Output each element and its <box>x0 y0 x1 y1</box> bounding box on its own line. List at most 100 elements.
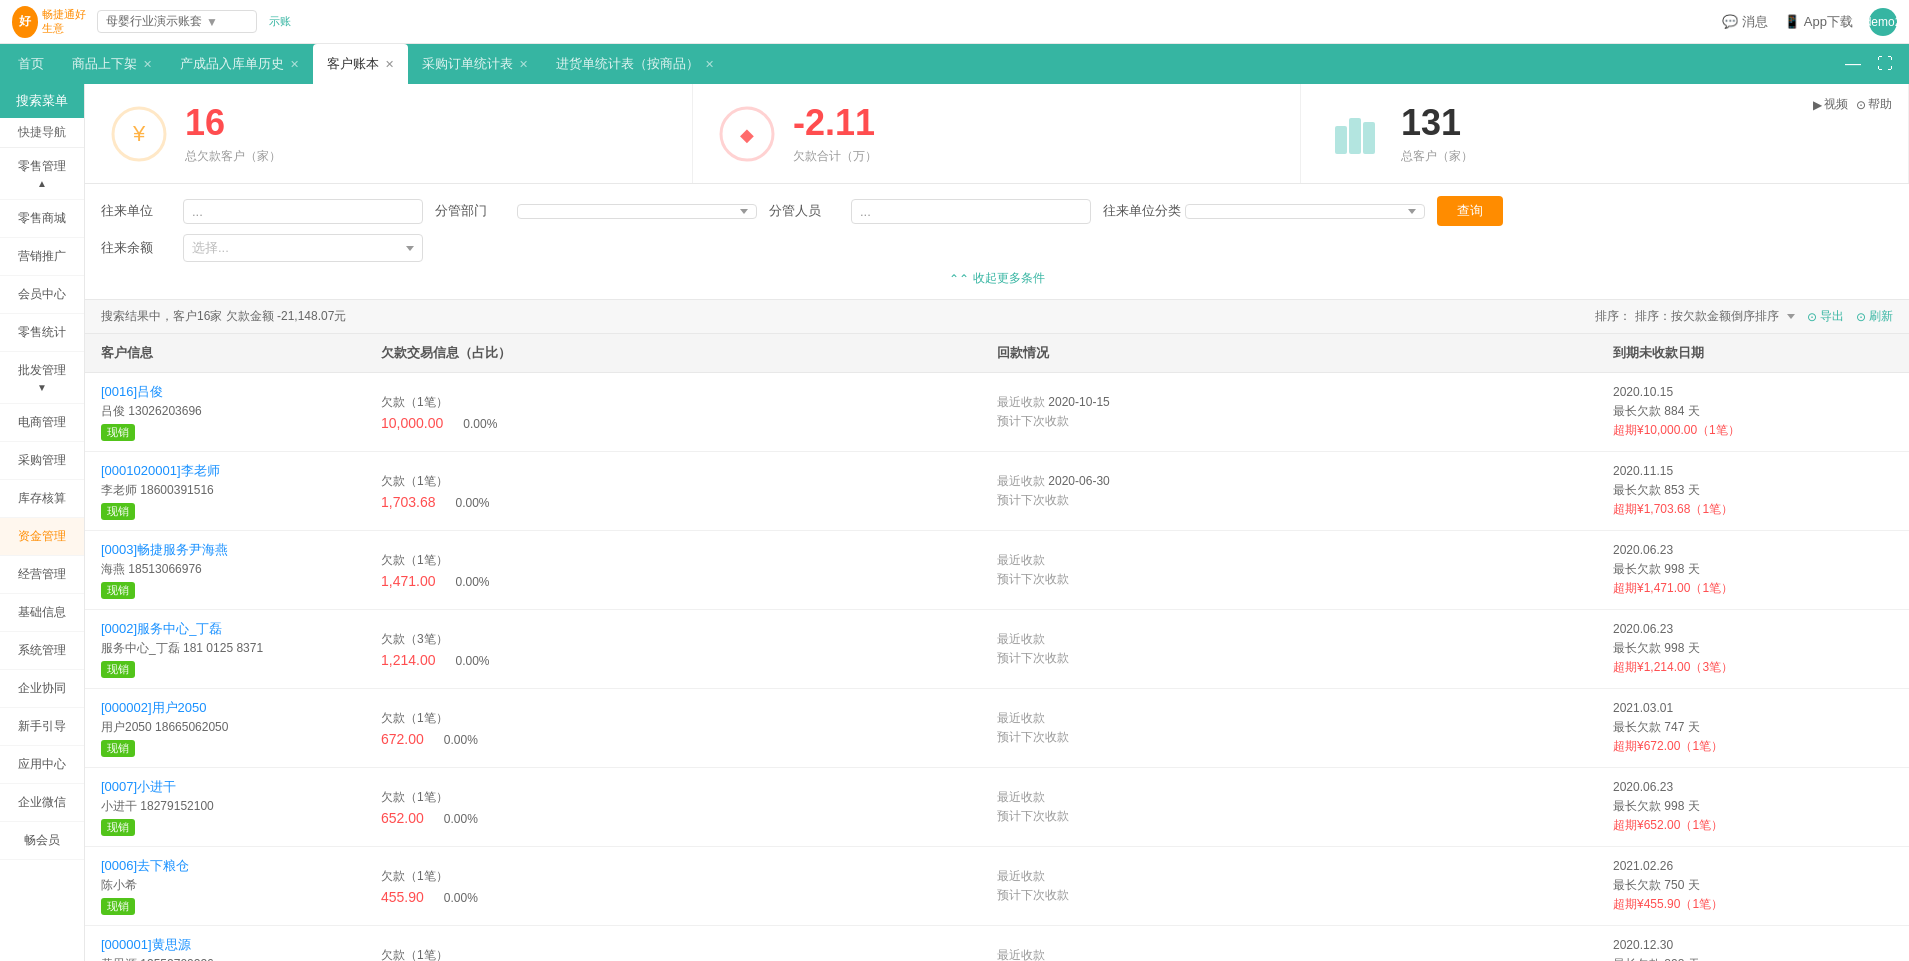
result-bar: 搜索结果中，客户16家 欠款金额 -21,148.07元 排序： 排序：按欠款金… <box>85 300 1909 334</box>
customer-cell-1: [0001020001]李老师 李老师 18600391516 现销 <box>101 462 381 520</box>
customer-name-1[interactable]: [0001020001]李老师 <box>101 462 381 480</box>
sidebar-item-system-label: 系统管理 <box>18 642 66 659</box>
sidebar-item-ecommerce[interactable]: 电商管理 <box>0 404 84 442</box>
customer-name-2[interactable]: [0003]畅捷服务尹海燕 <box>101 541 381 559</box>
collapse-btn[interactable]: ⌃⌃ 收起更多条件 <box>101 270 1893 287</box>
debt-count-4: 欠款（1笔） <box>381 710 997 727</box>
tab-purchase-stat-close[interactable]: ✕ <box>519 58 528 71</box>
customer-name-3[interactable]: [0002]服务中心_丁磊 <box>101 620 381 638</box>
table-row: [0006]去下粮仓 陈小希 现销 欠款（1笔） 455.90 0.00% 最近… <box>85 847 1909 926</box>
overdue-cell-2: 2020.06.23 最长欠款 998 天 超期¥1,471.00（1笔） <box>1613 543 1893 597</box>
balance-select[interactable]: 选择... <box>183 234 423 262</box>
customer-phone-7: 黄思源 13552700226 <box>101 956 381 961</box>
sidebar-item-retail-stats[interactable]: 零售统计 <box>0 314 84 352</box>
tab-product-off-close[interactable]: ✕ <box>143 58 152 71</box>
stat-debt-amount: ◆ -2.11 欠款合计（万） <box>693 84 1301 183</box>
stat-total-customers-label: 总客户（家） <box>1401 148 1473 165</box>
customer-cell-0: [0016]吕俊 吕俊 13026203696 现销 <box>101 383 381 441</box>
customer-name-5[interactable]: [0007]小进干 <box>101 778 381 796</box>
customer-name-7[interactable]: [000001]黄思源 <box>101 936 381 954</box>
payment-cell-0: 最近收款 2020-10-15 预计下次收款 <box>997 394 1613 430</box>
dept-select[interactable] <box>517 204 757 219</box>
video-label: 视频 <box>1824 96 1848 113</box>
from-unit-dots: ... <box>192 204 203 219</box>
tab-inventory-stat-close[interactable]: ✕ <box>705 58 714 71</box>
customer-tag-3: 现销 <box>101 661 135 678</box>
sidebar-item-purchase[interactable]: 采购管理 <box>0 442 84 480</box>
sidebar-item-system[interactable]: 系统管理 <box>0 632 84 670</box>
sidebar-item-member[interactable]: 会员中心 <box>0 276 84 314</box>
refresh-btn[interactable]: ⊙ 刷新 <box>1856 308 1893 325</box>
overdue-amount-5[interactable]: 超期¥652.00（1笔） <box>1613 818 1723 832</box>
payment-cell-7: 最近收款 预计下次收款 <box>997 947 1613 961</box>
customer-name-0[interactable]: [0016]吕俊 <box>101 383 381 401</box>
last-payment-label-0: 最近收款 <box>997 395 1045 409</box>
customer-cell-2: [0003]畅捷服务尹海燕 海燕 18513066976 现销 <box>101 541 381 599</box>
app-download-btn[interactable]: 📱 App下载 <box>1784 13 1853 31</box>
tab-product-history[interactable]: 产成品入库单历史 ✕ <box>166 44 313 84</box>
sidebar-item-app-center[interactable]: 应用中心 <box>0 746 84 784</box>
sidebar-item-retail-mgmt[interactable]: 零售管理 ▲ <box>0 148 84 200</box>
user-menu-btn[interactable]: demo2 <box>1869 8 1897 36</box>
store-selector[interactable]: 母婴行业演示账套 ▼ <box>97 10 257 33</box>
message-label: 消息 <box>1742 13 1768 31</box>
customer-name-4[interactable]: [000002]用户2050 <box>101 699 381 717</box>
customer-name-6[interactable]: [0006]去下粮仓 <box>101 857 381 875</box>
video-btn[interactable]: ▶ 视频 <box>1813 96 1848 113</box>
tab-customer-account[interactable]: 客户账本 ✕ <box>313 44 408 84</box>
sidebar-item-business[interactable]: 经营管理 <box>0 556 84 594</box>
sidebar-item-batch-mgmt[interactable]: 批发管理 ▼ <box>0 352 84 404</box>
from-unit-input[interactable]: ... <box>183 199 423 224</box>
sidebar-item-basic[interactable]: 基础信息 <box>0 594 84 632</box>
overdue-amount-0[interactable]: 超期¥10,000.00（1笔） <box>1613 423 1740 437</box>
brand-link[interactable]: 示账 <box>269 14 291 29</box>
overdue-amount-3[interactable]: 超期¥1,214.00（3笔） <box>1613 660 1733 674</box>
chevron-down-icon: ▲ <box>37 178 47 189</box>
overdue-cell-0: 2020.10.15 最长欠款 884 天 超期¥10,000.00（1笔） <box>1613 385 1893 439</box>
last-payment-label-3: 最近收款 <box>997 632 1045 646</box>
collapse-label: 收起更多条件 <box>973 270 1045 287</box>
tabs-maximize-btn[interactable]: ⛶ <box>1873 53 1897 75</box>
sidebar-item-new-guide[interactable]: 新手引导 <box>0 708 84 746</box>
overdue-amount-2[interactable]: 超期¥1,471.00（1笔） <box>1613 581 1733 595</box>
debt-count-7: 欠款（1笔） <box>381 947 997 962</box>
overdue-amount-4[interactable]: 超期¥672.00（1笔） <box>1613 739 1723 753</box>
sidebar-item-vip[interactable]: 畅会员 <box>0 822 84 860</box>
sidebar-item-marketing[interactable]: 营销推广 <box>0 238 84 276</box>
debt-cell-6: 欠款（1笔） 455.90 0.00% <box>381 868 997 905</box>
sidebar-item-enterprise[interactable]: 企业协同 <box>0 670 84 708</box>
tab-customer-account-close[interactable]: ✕ <box>385 58 394 71</box>
svg-text:◆: ◆ <box>740 125 754 145</box>
topbar-right: 💬 消息 📱 App下载 demo2 <box>1722 8 1897 36</box>
sidebar-search[interactable]: 搜索菜单 <box>0 84 84 118</box>
message-btn[interactable]: 💬 消息 <box>1722 13 1768 31</box>
tabs-minimize-btn[interactable]: — <box>1841 53 1865 75</box>
sidebar-item-inventory[interactable]: 库存核算 <box>0 480 84 518</box>
customer-phone-1: 李老师 18600391516 <box>101 482 381 499</box>
export-btn[interactable]: ⊙ 导出 <box>1807 308 1844 325</box>
debt-cell-2: 欠款（1笔） 1,471.00 0.00% <box>381 552 997 589</box>
sidebar-item-enterprise-wx[interactable]: 企业微信 <box>0 784 84 822</box>
tab-product-history-close[interactable]: ✕ <box>290 58 299 71</box>
tab-purchase-stat[interactable]: 采购订单统计表 ✕ <box>408 44 542 84</box>
last-payment-date-1: 2020-06-30 <box>1048 474 1109 488</box>
person-input[interactable]: ... <box>851 199 1091 224</box>
query-btn[interactable]: 查询 <box>1437 196 1503 226</box>
unit-type-select[interactable] <box>1185 204 1425 219</box>
sidebar-item-finance[interactable]: 资金管理 <box>0 518 84 556</box>
help-btn[interactable]: ⊙ 帮助 <box>1856 96 1892 113</box>
sidebar-quick-nav[interactable]: 快捷导航 <box>0 118 84 148</box>
sidebar-item-inventory-label: 库存核算 <box>18 490 66 507</box>
tab-home[interactable]: 首页 <box>4 44 58 84</box>
tab-product-off[interactable]: 商品上下架 ✕ <box>58 44 166 84</box>
overdue-amount-1[interactable]: 超期¥1,703.68（1笔） <box>1613 502 1733 516</box>
sort-selector[interactable]: 排序： 排序：按欠款金额倒序排序 <box>1595 308 1795 325</box>
overdue-amount-6[interactable]: 超期¥455.90（1笔） <box>1613 897 1723 911</box>
debt-cell-4: 欠款（1笔） 672.00 0.00% <box>381 710 997 747</box>
chevron-down-icon-batch: ▼ <box>37 382 47 393</box>
debt-ratio-6: 0.00% <box>444 891 478 905</box>
customer-cell-5: [0007]小进干 小进干 18279152100 现销 <box>101 778 381 836</box>
overdue-date-0: 2020.10.15 <box>1613 385 1893 399</box>
sidebar-item-retail-mall[interactable]: 零售商城 <box>0 200 84 238</box>
tab-inventory-stat[interactable]: 进货单统计表（按商品） ✕ <box>542 44 728 84</box>
